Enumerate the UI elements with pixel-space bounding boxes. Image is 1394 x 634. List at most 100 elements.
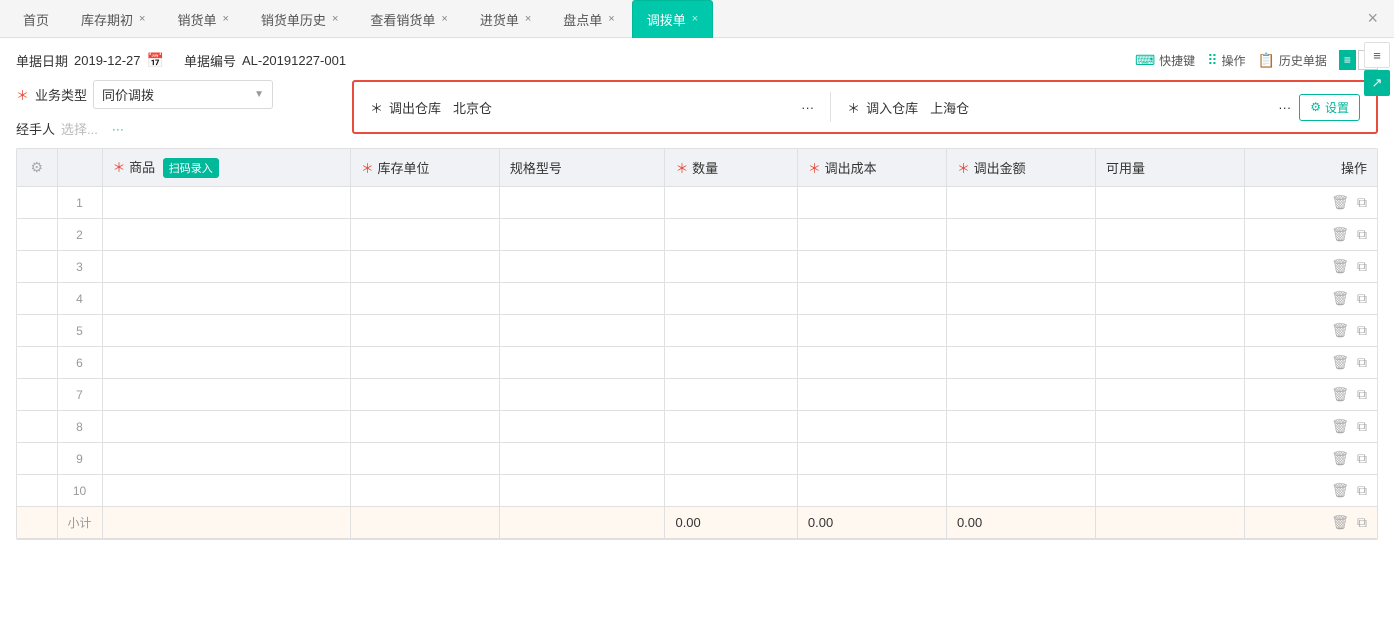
row-amount-cell[interactable] [946,379,1095,411]
tab-sales-history-close[interactable]: × [332,13,338,25]
subtotal-copy-icon[interactable]: ⧉ [1357,514,1367,531]
row-cost-cell[interactable] [797,347,946,379]
table-gear-icon[interactable]: ⚙ [30,159,43,175]
tab-inventory-init-close[interactable]: × [139,13,145,25]
row-unit-cell[interactable] [350,379,499,411]
row-qty-cell[interactable] [665,379,797,411]
row-cost-cell[interactable] [797,315,946,347]
row-unit-cell[interactable] [350,283,499,315]
row-qty-cell[interactable] [665,411,797,443]
row-amount-cell[interactable] [946,411,1095,443]
row-delete-icon[interactable]: 🗑 [1331,194,1349,211]
row-cost-cell[interactable] [797,219,946,251]
row-unit-cell[interactable] [350,411,499,443]
row-amount-cell[interactable] [946,283,1095,315]
row-copy-icon[interactable]: ⧉ [1357,322,1367,339]
row-amount-cell[interactable] [946,219,1095,251]
row-qty-cell[interactable] [665,283,797,315]
row-avail-cell[interactable] [1095,283,1244,315]
row-copy-icon[interactable]: ⧉ [1357,418,1367,435]
row-product-cell[interactable] [102,475,350,507]
row-delete-icon[interactable]: 🗑 [1331,418,1349,435]
row-delete-icon[interactable]: 🗑 [1331,386,1349,403]
tab-purchase-order[interactable]: 进货单 × [465,0,546,38]
row-delete-icon[interactable]: 🗑 [1331,450,1349,467]
row-spec-cell[interactable] [499,315,665,347]
tab-bar-close-btn[interactable]: × [1359,8,1386,29]
row-copy-icon[interactable]: ⧉ [1357,386,1367,403]
row-copy-icon[interactable]: ⧉ [1357,290,1367,307]
row-product-cell[interactable] [102,443,350,475]
row-cost-cell[interactable] [797,411,946,443]
tab-inventory-count[interactable]: 盘点单 × [548,0,629,38]
row-unit-cell[interactable] [350,251,499,283]
shortcuts-btn[interactable]: ⌨ 快捷键 [1135,52,1195,69]
row-spec-cell[interactable] [499,411,665,443]
row-avail-cell[interactable] [1095,219,1244,251]
row-amount-cell[interactable] [946,251,1095,283]
handler-dots-btn[interactable]: ··· [112,122,124,136]
history-btn[interactable]: 📋 历史单据 [1257,52,1326,69]
row-product-cell[interactable] [102,379,350,411]
tab-home[interactable]: 首页 [8,0,64,38]
row-product-cell[interactable] [102,219,350,251]
row-cost-cell[interactable] [797,475,946,507]
row-spec-cell[interactable] [499,475,665,507]
tab-sales-order[interactable]: 销货单 × [162,0,243,38]
row-spec-cell[interactable] [499,347,665,379]
row-unit-cell[interactable] [350,347,499,379]
tab-sales-history[interactable]: 销货单历史 × [246,0,353,38]
row-delete-icon[interactable]: 🗑 [1331,482,1349,499]
row-copy-icon[interactable]: ⧉ [1357,450,1367,467]
panel-export-btn[interactable]: ↗ [1364,70,1390,96]
row-spec-cell[interactable] [499,251,665,283]
row-product-cell[interactable] [102,315,350,347]
tab-view-sales-close[interactable]: × [441,13,447,25]
row-unit-cell[interactable] [350,219,499,251]
row-avail-cell[interactable] [1095,251,1244,283]
warehouse-settings-btn[interactable]: ⚙ 设置 [1299,94,1360,121]
calendar-icon[interactable]: 📅 [147,52,164,69]
row-cost-cell[interactable] [797,283,946,315]
tab-purchase-order-close[interactable]: × [525,13,531,25]
row-delete-icon[interactable]: 🗑 [1331,226,1349,243]
out-warehouse-dots-btn[interactable]: ··· [801,100,814,115]
row-unit-cell[interactable] [350,315,499,347]
row-cost-cell[interactable] [797,251,946,283]
row-cost-cell[interactable] [797,443,946,475]
row-delete-icon[interactable]: 🗑 [1331,290,1349,307]
row-spec-cell[interactable] [499,443,665,475]
row-avail-cell[interactable] [1095,347,1244,379]
row-spec-cell[interactable] [499,283,665,315]
panel-list-btn[interactable]: ≡ [1364,42,1390,68]
row-cost-cell[interactable] [797,187,946,219]
row-delete-icon[interactable]: 🗑 [1331,258,1349,275]
tab-view-sales[interactable]: 查看销货单 × [355,0,462,38]
grid-view-list-btn[interactable]: ≡ [1339,50,1356,70]
row-unit-cell[interactable] [350,475,499,507]
row-avail-cell[interactable] [1095,379,1244,411]
row-amount-cell[interactable] [946,347,1095,379]
row-spec-cell[interactable] [499,379,665,411]
row-unit-cell[interactable] [350,187,499,219]
row-amount-cell[interactable] [946,443,1095,475]
biz-type-select[interactable]: 同价调拨 ▼ [93,80,273,109]
row-amount-cell[interactable] [946,315,1095,347]
tab-transfer-order-close[interactable]: × [692,13,698,25]
scan-entry-btn[interactable]: 扫码录入 [163,158,219,178]
row-amount-cell[interactable] [946,187,1095,219]
in-warehouse-dots-btn[interactable]: ··· [1278,100,1291,115]
tab-inventory-count-close[interactable]: × [608,13,614,25]
row-avail-cell[interactable] [1095,315,1244,347]
tab-transfer-order[interactable]: 调拨单 × [632,0,713,38]
tab-sales-order-close[interactable]: × [222,13,228,25]
tab-inventory-init[interactable]: 库存期初 × [66,0,160,38]
row-spec-cell[interactable] [499,187,665,219]
row-qty-cell[interactable] [665,443,797,475]
row-avail-cell[interactable] [1095,475,1244,507]
row-copy-icon[interactable]: ⧉ [1357,354,1367,371]
row-spec-cell[interactable] [499,219,665,251]
row-delete-icon[interactable]: 🗑 [1331,322,1349,339]
row-copy-icon[interactable]: ⧉ [1357,226,1367,243]
row-qty-cell[interactable] [665,475,797,507]
